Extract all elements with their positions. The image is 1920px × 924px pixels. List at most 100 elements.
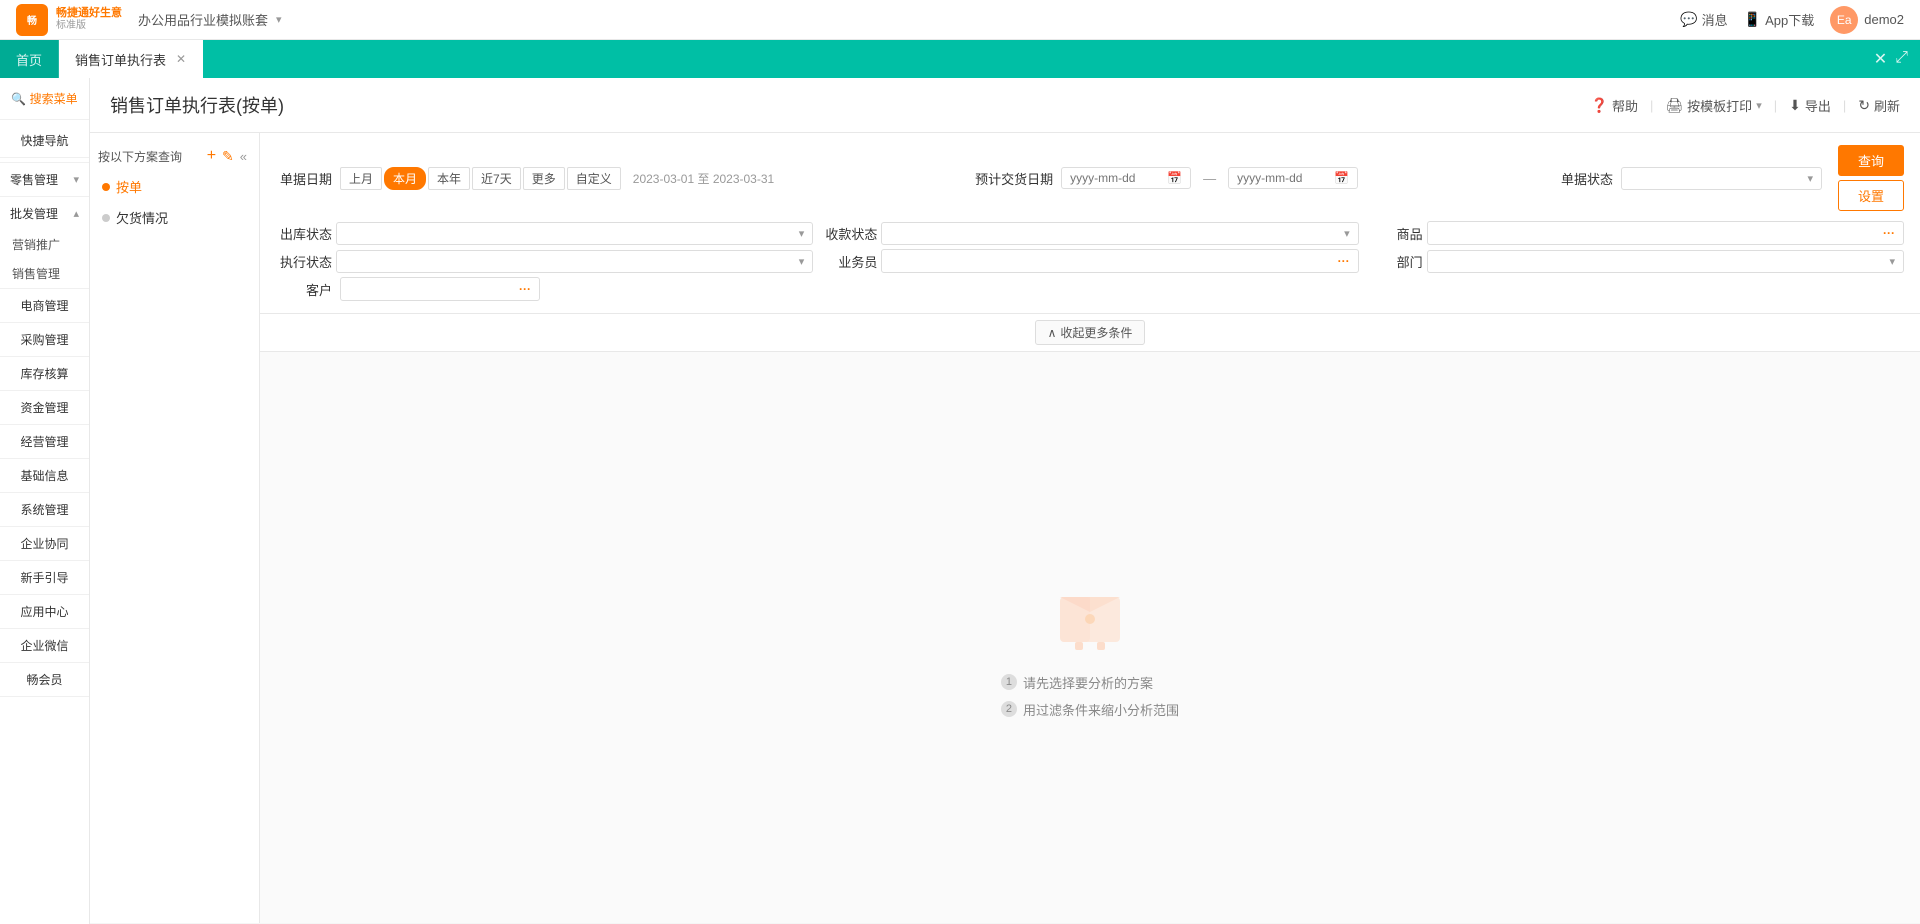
sidebar-item-app-center[interactable]: 应用中心 <box>0 595 89 629</box>
message-icon: 💬 <box>1680 11 1697 28</box>
export-icon: ⬇ <box>1789 97 1801 114</box>
export-button[interactable]: ⬇ 导出 <box>1789 96 1831 115</box>
main-layout: 🔍 搜索菜单 快捷导航 零售管理 ▾ 批发管理 ▴ 营销推广 销售管理 <box>0 78 1920 924</box>
department-select[interactable]: ▾ <box>1427 250 1904 273</box>
collection-status-label: 收款状态 <box>821 224 877 243</box>
empty-state: 1 请先选择要分析的方案 2 用过滤条件来缩小分析范围 <box>1001 557 1179 719</box>
tip-text-1: 请先选择要分析的方案 <box>1023 673 1153 692</box>
tab-sales-exec-label: 销售订单执行表 <box>75 50 166 69</box>
sidebar-item-inventory[interactable]: 库存核算 <box>0 357 89 391</box>
tab-sales-exec[interactable]: 销售订单执行表 ✕ <box>59 40 203 78</box>
filter-date-buttons: 上月 本月 本年 近7天 更多 自定义 <box>340 167 621 190</box>
sidebar-item-enterprise[interactable]: 企业协同 <box>0 527 89 561</box>
help-button[interactable]: ❓ 帮助 <box>1591 96 1638 115</box>
right-panel: 单据日期 上月 本月 本年 近7天 更多 自定义 2023-03-01 至 20… <box>260 133 1920 923</box>
forecast-date-end-input[interactable]: 📅 <box>1228 167 1358 189</box>
nav-tabs: 首页 销售订单执行表 ✕ ✕ ⤢ <box>0 40 1920 78</box>
status-label: 单据状态 <box>1557 169 1613 188</box>
tab-home[interactable]: 首页 <box>0 40 59 78</box>
user-avatar-area[interactable]: Ea demo2 <box>1830 6 1904 34</box>
help-icon: ❓ <box>1591 97 1608 114</box>
sidebar-item-quick-nav[interactable]: 快捷导航 <box>0 124 89 158</box>
app-download-button[interactable]: 📱 App下载 <box>1744 10 1815 29</box>
filter-cell-exec: 执行状态 ▾ <box>276 249 813 273</box>
setting-button[interactable]: 设置 <box>1838 180 1904 211</box>
date-btn-custom[interactable]: 自定义 <box>567 167 621 190</box>
print-dropdown-icon: ▾ <box>1756 99 1762 112</box>
dropdown-icon[interactable]: ▾ <box>276 13 282 26</box>
date-btn-more[interactable]: 更多 <box>523 167 565 190</box>
sidebar-item-ecommerce[interactable]: 电商管理 <box>0 289 89 323</box>
sidebar-item-finance[interactable]: 资金管理 <box>0 391 89 425</box>
add-scheme-icon[interactable]: + <box>207 147 216 165</box>
salesperson-select[interactable]: ··· <box>881 249 1358 273</box>
scheme-item-arrears[interactable]: 欠货情况 <box>90 202 259 233</box>
sidebar-item-purchase[interactable]: 采购管理 <box>0 323 89 357</box>
sidebar-wholesale-label: 批发管理 <box>10 205 58 222</box>
print-button[interactable]: 🖨 按模板打印 ▾ <box>1665 96 1761 115</box>
sidebar-search-item[interactable]: 🔍 搜索菜单 <box>6 86 83 111</box>
sidebar-section-retail-header[interactable]: 零售管理 ▾ <box>0 163 89 196</box>
divider3: | <box>1843 98 1846 113</box>
sidebar-item-basic[interactable]: 基础信息 <box>0 459 89 493</box>
filter-cell-salesperson: 业务员 ··· <box>821 249 1358 273</box>
sidebar-item-system[interactable]: 系统管理 <box>0 493 89 527</box>
logo-text: 畅 <box>27 12 37 27</box>
exec-status-select[interactable]: ▾ <box>336 250 813 273</box>
page-title: 销售订单执行表(按单) <box>110 92 284 118</box>
shipment-status-select[interactable]: ▾ <box>336 222 813 245</box>
empty-tip-2: 2 用过滤条件来缩小分析范围 <box>1001 700 1179 719</box>
department-label: 部门 <box>1367 252 1423 271</box>
top-bar-left: 畅 畅捷通好生意 标准版 办公用品行业模拟账套 ▾ <box>16 4 282 36</box>
sidebar-section-wholesale: 批发管理 ▴ 营销推广 销售管理 <box>0 197 89 289</box>
forecast-date-start-input[interactable]: 📅 <box>1061 167 1191 189</box>
date-btn-last-month[interactable]: 上月 <box>340 167 382 190</box>
date-separator: — <box>1203 171 1216 186</box>
date-range-text: 2023-03-01 至 2023-03-31 <box>633 170 774 187</box>
app-logo-name: 畅捷通好生意 <box>56 7 122 20</box>
collection-status-select[interactable]: ▾ <box>881 222 1358 245</box>
product-select[interactable]: ··· <box>1427 221 1904 245</box>
customer-label: 客户 <box>276 280 332 299</box>
customer-select[interactable]: ··· <box>340 277 540 301</box>
sidebar-section-wholesale-header[interactable]: 批发管理 ▴ <box>0 197 89 230</box>
date-btn-this-month[interactable]: 本月 <box>384 167 426 190</box>
sidebar-search-section: 🔍 搜索菜单 <box>0 78 89 120</box>
collapse-button[interactable]: ∧ 收起更多条件 <box>1035 320 1146 345</box>
collapse-panel-icon[interactable]: « <box>240 149 247 164</box>
sidebar-item-operations[interactable]: 经营管理 <box>0 425 89 459</box>
print-icon: 🖨 <box>1665 97 1683 114</box>
tab-expand-icon[interactable]: ⤢ <box>1895 49 1908 69</box>
tab-close-all-icon[interactable]: ✕ <box>1874 49 1887 69</box>
avatar: Ea <box>1830 6 1858 34</box>
search-button[interactable]: 查询 <box>1838 145 1904 176</box>
product-label: 商品 <box>1367 224 1423 243</box>
forecast-end-field[interactable] <box>1237 171 1327 185</box>
message-button[interactable]: 💬 消息 <box>1680 10 1727 29</box>
salesperson-label: 业务员 <box>821 252 877 271</box>
top-bar-right: 💬 消息 📱 App下载 Ea demo2 <box>1680 6 1904 34</box>
forecast-date-label: 预计交货日期 <box>973 169 1053 188</box>
sidebar-item-newbie[interactable]: 新手引导 <box>0 561 89 595</box>
sidebar-item-member[interactable]: 畅会员 <box>0 663 89 697</box>
page-header: 销售订单执行表(按单) ❓ 帮助 | 🖨 按模板打印 ▾ | ⬇ 导出 | <box>90 78 1920 133</box>
filter-cell-department: 部门 ▾ <box>1367 249 1904 273</box>
scheme-item-by-order[interactable]: 按单 <box>90 171 259 202</box>
sidebar-item-marketing[interactable]: 营销推广 <box>0 230 89 259</box>
tip-num-2: 2 <box>1001 701 1017 717</box>
date-label: 单据日期 <box>276 169 332 188</box>
date-btn-last-7[interactable]: 近7天 <box>472 167 521 190</box>
forecast-start-field[interactable] <box>1070 171 1160 185</box>
status-select[interactable]: ▾ <box>1621 167 1822 190</box>
sidebar-item-corp-wechat[interactable]: 企业微信 <box>0 629 89 663</box>
sidebar-quicknav-label: 快捷导航 <box>20 134 68 148</box>
calendar-icon-start: 📅 <box>1167 171 1182 185</box>
sidebar-item-sales-mgmt[interactable]: 销售管理 <box>0 259 89 288</box>
refresh-button[interactable]: ↻ 刷新 <box>1858 96 1900 115</box>
filter-row-3: 执行状态 ▾ 业务员 ··· <box>276 249 1904 273</box>
edit-scheme-icon[interactable]: ✎ <box>222 148 234 165</box>
refresh-icon: ↻ <box>1858 97 1870 114</box>
date-btn-this-year[interactable]: 本年 <box>428 167 470 190</box>
tab-close-icon[interactable]: ✕ <box>176 52 186 66</box>
tip-num-1: 1 <box>1001 674 1017 690</box>
